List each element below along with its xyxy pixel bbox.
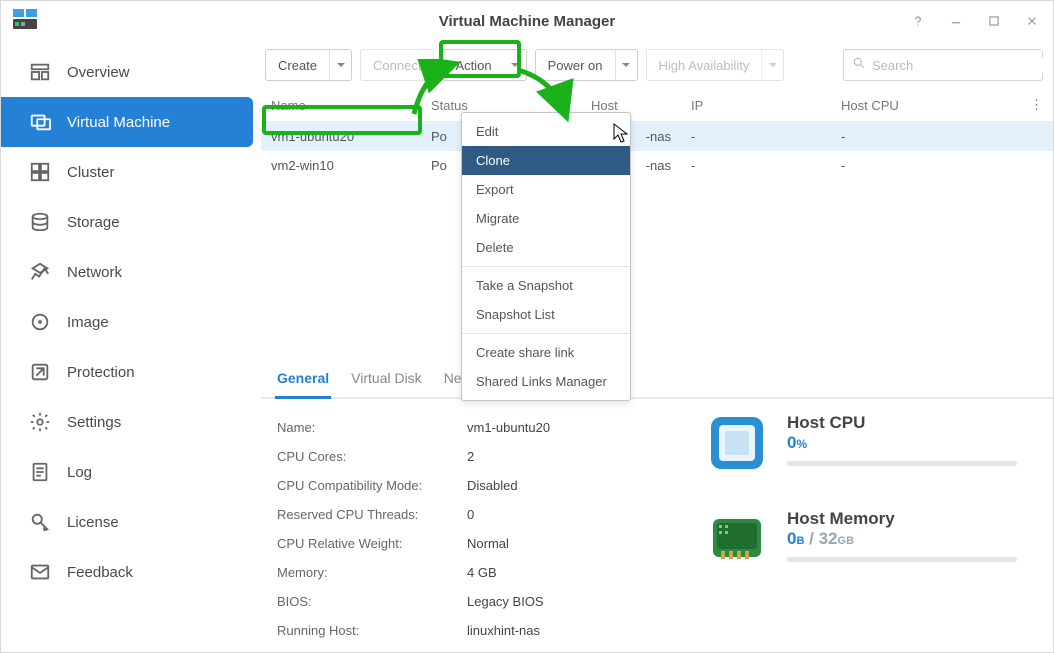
storage-icon [29, 211, 51, 233]
menu-item-clone[interactable]: Clone [462, 146, 630, 175]
gauge-title: Host CPU [787, 413, 1017, 433]
caret-down-icon[interactable] [761, 50, 783, 80]
log-icon [29, 461, 51, 483]
connect-button[interactable]: Connect [360, 49, 434, 81]
gauge-value: 0% [787, 433, 1017, 453]
power-on-button[interactable]: Power on [535, 49, 638, 81]
sidebar-item-log[interactable]: Log [1, 447, 261, 497]
menu-item-migrate[interactable]: Migrate [462, 204, 630, 233]
gauge-bar [787, 557, 1017, 562]
search-box[interactable] [843, 49, 1043, 81]
caret-down-icon[interactable] [329, 50, 351, 80]
sidebar: Overview Virtual Machine Cluster Storage… [1, 41, 261, 652]
sidebar-item-image[interactable]: Image [1, 297, 261, 347]
maximize-button[interactable] [981, 8, 1007, 34]
menu-item-create-share-link[interactable]: Create share link [462, 338, 630, 367]
minimize-button[interactable] [943, 8, 969, 34]
action-button[interactable]: Action [442, 49, 526, 81]
cell-name: vm2-win10 [261, 151, 421, 180]
sidebar-item-network[interactable]: Network [1, 247, 261, 297]
sidebar-item-overview[interactable]: Overview [1, 47, 261, 97]
settings-icon [29, 411, 51, 433]
high-availability-button[interactable]: High Availability [646, 49, 785, 81]
menu-item-delete[interactable]: Delete [462, 233, 630, 262]
cpu-icon [707, 413, 767, 473]
gauge-value: 0B / 32GB [787, 529, 1017, 549]
tab-virtual-disk[interactable]: Virtual Disk [349, 360, 424, 397]
table-row[interactable]: vm2-win10 Po -nas - - [261, 151, 1053, 180]
create-button[interactable]: Create [265, 49, 352, 81]
cluster-icon [29, 161, 51, 183]
sidebar-item-feedback[interactable]: Feedback [1, 547, 261, 597]
col-hostcpu[interactable]: Host CPU [831, 89, 1020, 122]
col-name[interactable]: Name [261, 89, 421, 122]
gauge-host-cpu: Host CPU 0% [707, 413, 1037, 473]
col-ip[interactable]: IP [681, 89, 831, 122]
title-bar: Virtual Machine Manager [1, 1, 1053, 41]
gauge-host-memory: Host Memory 0B / 32GB [707, 509, 1037, 569]
app-icon [13, 9, 39, 33]
sidebar-label: Network [67, 264, 122, 281]
menu-item-shared-links-manager[interactable]: Shared Links Manager [462, 367, 630, 396]
sidebar-label: Protection [67, 364, 135, 381]
action-menu: Edit Clone Export Migrate Delete Take a … [461, 112, 631, 401]
menu-item-take-snapshot[interactable]: Take a Snapshot [462, 271, 630, 300]
sidebar-item-cluster[interactable]: Cluster [1, 147, 261, 197]
sidebar-item-virtual-machine[interactable]: Virtual Machine [1, 97, 253, 147]
sidebar-label: Storage [67, 214, 120, 231]
tab-general[interactable]: General [275, 360, 331, 399]
detail-body: Name:vm1-ubuntu20 CPU Cores:2 CPU Compat… [261, 399, 1053, 652]
sidebar-item-license[interactable]: License [1, 497, 261, 547]
vm-icon [29, 111, 51, 133]
sidebar-label: Feedback [67, 564, 133, 581]
network-icon [29, 261, 51, 283]
sidebar-label: Log [67, 464, 92, 481]
sidebar-item-settings[interactable]: Settings [1, 397, 261, 447]
license-icon [29, 511, 51, 533]
search-icon [852, 56, 866, 75]
sidebar-item-storage[interactable]: Storage [1, 197, 261, 247]
sidebar-label: Image [67, 314, 109, 331]
detail-tabs: General Virtual Disk Network High Availa… [261, 360, 1053, 399]
table-row[interactable]: vm1-ubuntu20 Po -nas - - [261, 122, 1053, 152]
menu-item-snapshot-list[interactable]: Snapshot List [462, 300, 630, 329]
overview-icon [29, 61, 51, 83]
app-window: Virtual Machine Manager Overview Virtual… [0, 0, 1054, 653]
vm-table: Name Status Host IP Host CPU ⋮ vm1-ubunt… [261, 89, 1053, 180]
window-title: Virtual Machine Manager [1, 13, 1053, 30]
table-header-row: Name Status Host IP Host CPU ⋮ [261, 89, 1053, 122]
cell-name: vm1-ubuntu20 [261, 122, 421, 152]
cell-ip: - [681, 151, 831, 180]
memory-icon [707, 509, 767, 569]
gauge-title: Host Memory [787, 509, 1017, 529]
protection-icon [29, 361, 51, 383]
cell-hostcpu: - [831, 122, 1020, 152]
close-button[interactable] [1019, 8, 1045, 34]
sidebar-label: License [67, 514, 119, 531]
col-menu[interactable]: ⋮ [1020, 89, 1053, 122]
help-button[interactable] [905, 8, 931, 34]
menu-item-edit[interactable]: Edit [462, 117, 630, 146]
gauge-bar [787, 461, 1017, 466]
sidebar-label: Overview [67, 64, 130, 81]
cell-hostcpu: - [831, 151, 1020, 180]
detail-gauges: Host CPU 0% Host Memory [707, 413, 1037, 645]
sidebar-item-protection[interactable]: Protection [1, 347, 261, 397]
sidebar-label: Settings [67, 414, 121, 431]
feedback-icon [29, 561, 51, 583]
caret-down-icon [504, 50, 526, 80]
window-controls [905, 8, 1045, 34]
main-pane: Create Connect Action Power on High Avai… [261, 41, 1053, 652]
caret-down-icon[interactable] [615, 50, 637, 80]
sidebar-label: Cluster [67, 164, 115, 181]
search-input[interactable] [872, 58, 1048, 73]
toolbar: Create Connect Action Power on High Avai… [261, 41, 1053, 89]
detail-properties: Name:vm1-ubuntu20 CPU Cores:2 CPU Compat… [277, 413, 683, 645]
cell-ip: - [681, 122, 831, 152]
menu-separator [462, 333, 630, 334]
menu-separator [462, 266, 630, 267]
menu-item-export[interactable]: Export [462, 175, 630, 204]
image-icon [29, 311, 51, 333]
sidebar-label: Virtual Machine [67, 114, 170, 131]
